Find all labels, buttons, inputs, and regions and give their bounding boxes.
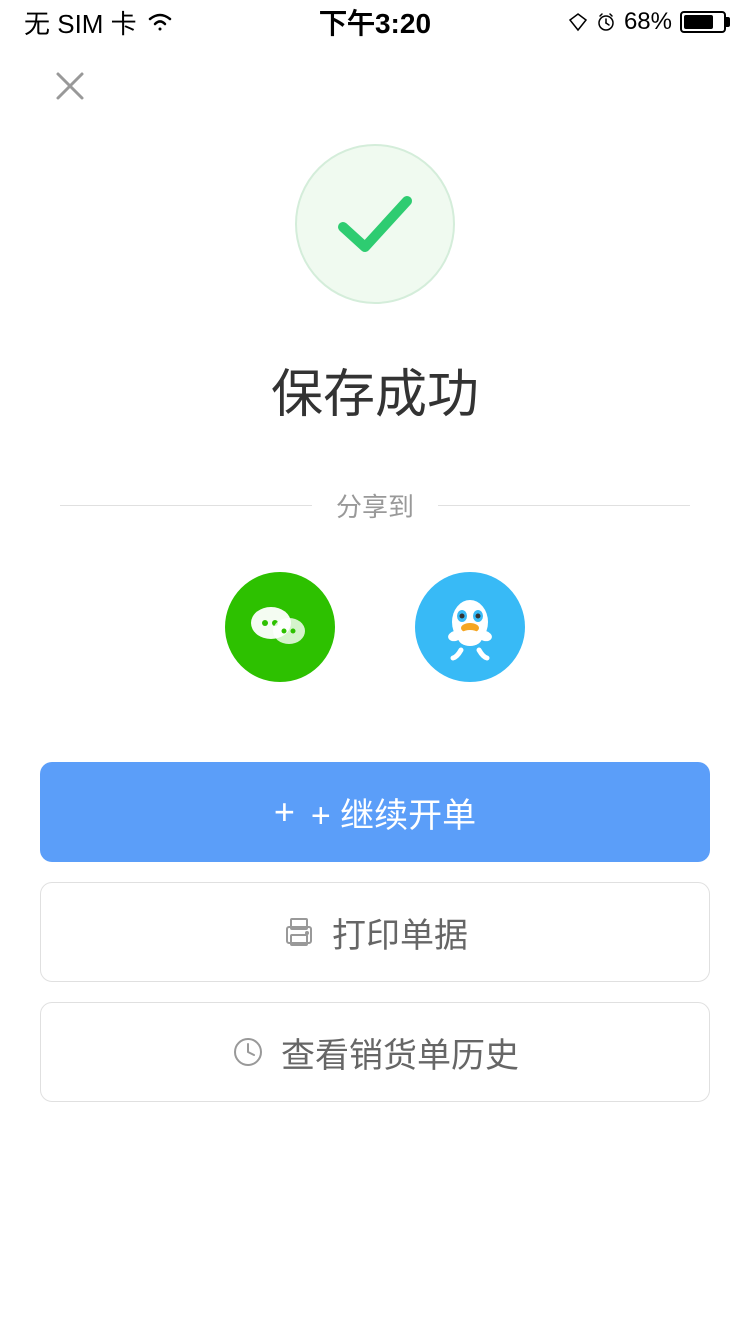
plus-icon: + [274,791,295,833]
status-time: 下午3:20 [319,2,431,42]
share-divider: 分享到 [0,487,750,524]
battery-icon [680,11,726,33]
continue-order-button[interactable]: + + 继续开单 [40,762,710,862]
share-label: 分享到 [336,487,414,524]
main-content: 保存成功 分享到 [0,44,750,1102]
qq-icon [439,592,501,662]
close-button[interactable] [40,56,100,116]
divider-right [438,505,690,506]
success-title: 保存成功 [271,352,479,427]
qq-share-button[interactable] [415,572,525,682]
print-label: 打印单据 [332,908,468,957]
print-icon [282,915,316,949]
location-icon [568,12,588,32]
history-button[interactable]: 查看销货单历史 [40,1002,710,1102]
checkmark-icon [335,189,415,259]
continue-order-label: + 继续开单 [311,788,476,837]
action-buttons: + + 继续开单 打印单据 查看销货单历史 [0,762,750,1102]
status-right: 68% [568,8,726,36]
wifi-icon [145,11,175,33]
history-icon [231,1035,265,1069]
history-label: 查看销货单历史 [281,1028,519,1077]
status-bar: 无 SIM 卡 下午3:20 68% [0,0,750,44]
status-left: 无 SIM 卡 [24,4,175,41]
battery-percent: 68% [624,8,672,36]
alarm-icon [596,12,616,32]
no-sim-text: 无 SIM 卡 [24,4,137,41]
wechat-share-button[interactable] [225,572,335,682]
print-button[interactable]: 打印单据 [40,882,710,982]
close-icon [52,68,88,104]
success-circle [295,144,455,304]
wechat-icon [247,597,313,657]
share-icons [225,572,525,682]
divider-left [60,505,312,506]
